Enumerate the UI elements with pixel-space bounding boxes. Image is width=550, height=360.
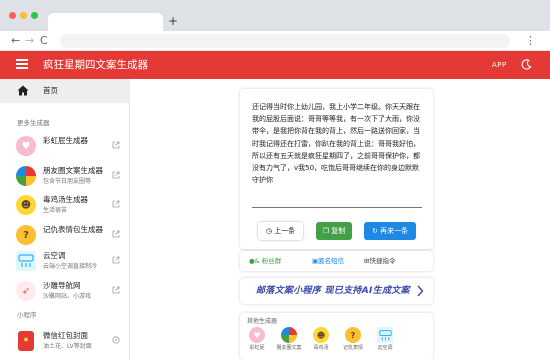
new-tab-button[interactable]: + bbox=[168, 14, 178, 28]
browser-tab[interactable] bbox=[48, 13, 163, 31]
address-bar[interactable] bbox=[60, 34, 510, 48]
emoji-question-icon: ? bbox=[16, 225, 36, 245]
fan-group-label: & 粉丝群 bbox=[254, 257, 282, 265]
copy-button-label: 复制 bbox=[331, 227, 346, 235]
history-icon: ◷ bbox=[265, 227, 272, 235]
sidebar-item-label: 云空调 bbox=[43, 251, 66, 260]
open-link-icon bbox=[112, 256, 120, 264]
other-item-label: 彩虹屁 bbox=[249, 345, 265, 351]
prev-button[interactable]: ◷ 上一条 bbox=[258, 222, 303, 240]
open-link-icon bbox=[112, 171, 120, 179]
reload-button[interactable]: C bbox=[40, 34, 48, 48]
sidebar-item-cloud-ac[interactable]: 云空调 云端小空调直接制冷 bbox=[0, 247, 130, 277]
copy-card: 还记得当时你上幼儿园，我上小学二年级。你天天跟在我的屁股后面说：哥哥等等我，有一… bbox=[240, 89, 433, 249]
dark-mode-icon[interactable] bbox=[521, 59, 532, 70]
sidebar-item-label: 记仇表情包生成器 bbox=[43, 225, 103, 234]
refresh-icon: ↻ bbox=[371, 227, 378, 235]
sidebar-item-label: 毒鸡汤生成器 bbox=[43, 195, 88, 204]
mini-program-icon bbox=[112, 336, 120, 344]
other-item-poison-soup[interactable]: ☻ 毒鸡汤 bbox=[307, 327, 335, 352]
sidebar-item-rainbow[interactable]: ♥ 彩虹屁生成器 bbox=[0, 132, 130, 162]
back-button[interactable]: ← bbox=[11, 34, 20, 48]
sidebar-item-subtitle: 包含节日朋友圈等 bbox=[43, 178, 92, 185]
other-item-label: 毒鸡汤 bbox=[313, 345, 329, 351]
prev-button-label: 上一条 bbox=[274, 227, 296, 235]
air-conditioner-icon bbox=[377, 327, 393, 343]
app-download-button[interactable]: APP bbox=[492, 59, 507, 71]
other-item-cloud-ac[interactable]: 云空调 bbox=[371, 327, 399, 352]
home-icon bbox=[17, 85, 29, 96]
browser-toolbar: ← → C ⋮ bbox=[0, 31, 550, 51]
other-item-rainbow[interactable]: ♥ 彩虹屁 bbox=[243, 327, 271, 352]
links-card: ●& 粉丝群 ▣匿名短信 ⊞快捷指令 bbox=[240, 251, 433, 271]
other-item-label: 朋友圈文案 bbox=[276, 345, 302, 351]
text-underline bbox=[252, 207, 422, 208]
heart-icon: ♥ bbox=[16, 136, 36, 156]
emoji-face-icon: ☻ bbox=[313, 327, 329, 343]
section-label-more: 更多生成器 bbox=[17, 119, 50, 127]
next-button[interactable]: ↻ 再来一条 bbox=[364, 222, 416, 240]
sidebar-item-label: 微信红包封面 bbox=[43, 331, 88, 340]
air-conditioner-icon bbox=[16, 251, 36, 271]
red-envelope-icon bbox=[18, 331, 34, 351]
next-button-label: 再来一条 bbox=[380, 227, 409, 235]
minimize-window-button[interactable] bbox=[20, 12, 27, 19]
section-label-mini: 小程序 bbox=[17, 311, 37, 319]
heart-icon: ♥ bbox=[249, 327, 265, 343]
anon-sms-link[interactable]: ▣匿名短信 bbox=[312, 256, 344, 266]
chevron-right-icon bbox=[417, 285, 424, 297]
sidebar-item-subtitle: 云端小空调直接制冷 bbox=[43, 263, 98, 270]
app-title: 疯狂星期四文案生成器 bbox=[43, 59, 148, 71]
window-controls bbox=[9, 12, 38, 19]
sidebar-item-home[interactable]: 首页 bbox=[0, 79, 130, 103]
anon-sms-label: 匿名短信 bbox=[318, 257, 345, 265]
sidebar-item-label: 彩虹屁生成器 bbox=[43, 136, 88, 145]
open-link-icon bbox=[112, 230, 120, 238]
other-generators-title: 其他生成器 bbox=[247, 318, 278, 325]
copy-text[interactable]: 还记得当时你上幼儿园，我上小学二年级。你天天跟在我的屁股后面说：哥哥等等我，有一… bbox=[252, 101, 422, 186]
emoji-question-icon: ? bbox=[345, 327, 361, 343]
other-item-moments[interactable]: 朋友圈文案 bbox=[275, 327, 303, 352]
other-item-grudge-meme[interactable]: ? 记仇表情 bbox=[339, 327, 367, 352]
open-link-icon bbox=[112, 200, 120, 208]
sidebar-item-red-envelope[interactable]: 微信红包封面 油土花、LV等封面 bbox=[0, 327, 130, 357]
other-item-label: 云空调 bbox=[377, 345, 393, 351]
shortcut-link[interactable]: ⊞快捷指令 bbox=[364, 256, 395, 266]
sidebar-item-moments[interactable]: 朋友圈文案生成器 包含节日朋友圈等 bbox=[0, 162, 130, 192]
sidebar-item-subtitle: 沙雕网站、小游戏 bbox=[43, 293, 92, 300]
sidebar-item-subtitle: 油土花、LV等封面 bbox=[43, 343, 92, 350]
sidebar-item-silly-nav[interactable]: ➶ 沙雕导航网 沙雕网站、小游戏 bbox=[0, 277, 130, 307]
camera-aperture-icon bbox=[281, 327, 297, 343]
app-bar: 疯狂星期四文案生成器 APP bbox=[0, 51, 550, 79]
menu-icon[interactable] bbox=[16, 59, 28, 69]
copy-icon: ❐ bbox=[322, 227, 330, 235]
sidebar: 首页 更多生成器 ♥ 彩虹屁生成器 朋友圈文案生成器 包含节日朋友圈等 ☻ 毒鸡… bbox=[0, 79, 130, 360]
sidebar-item-subtitle: 生活很苦 bbox=[43, 207, 68, 214]
promo-banner[interactable]: 邮落文案小程序 现已支持AI生成文案 bbox=[240, 278, 433, 304]
compass-icon: ➶ bbox=[16, 281, 36, 301]
fan-group-link[interactable]: ●& 粉丝群 bbox=[249, 256, 281, 266]
sidebar-item-poison-soup[interactable]: ☻ 毒鸡汤生成器 生活很苦 bbox=[0, 191, 130, 221]
main-content: 还记得当时你上幼儿园，我上小学二年级。你天天跟在我的屁股后面说：哥哥等等我，有一… bbox=[131, 79, 550, 360]
camera-aperture-icon bbox=[16, 166, 36, 186]
shortcut-label: 快捷指令 bbox=[369, 257, 396, 265]
open-link-icon bbox=[112, 141, 120, 149]
sidebar-item-label: 沙雕导航网 bbox=[43, 281, 81, 290]
other-generators-card: 其他生成器 ♥ 彩虹屁 朋友圈文案 ☻ 毒鸡汤 ? 记仇表情 云空调 bbox=[240, 313, 433, 360]
forward-button[interactable]: → bbox=[25, 34, 34, 48]
promo-text: 邮落文案小程序 现已支持AI生成文案 bbox=[256, 286, 410, 296]
browser-menu-button[interactable]: ⋮ bbox=[525, 34, 536, 48]
browser-tabstrip: + bbox=[0, 0, 550, 31]
other-item-label: 记仇表情 bbox=[342, 345, 363, 351]
close-window-button[interactable] bbox=[9, 12, 16, 19]
sidebar-item-label: 首页 bbox=[43, 86, 58, 95]
copy-button[interactable]: ❐ 复制 bbox=[316, 222, 352, 240]
emoji-face-icon: ☻ bbox=[16, 195, 36, 215]
open-link-icon bbox=[112, 286, 120, 294]
sidebar-item-label: 朋友圈文案生成器 bbox=[43, 166, 103, 175]
maximize-window-button[interactable] bbox=[31, 12, 38, 19]
